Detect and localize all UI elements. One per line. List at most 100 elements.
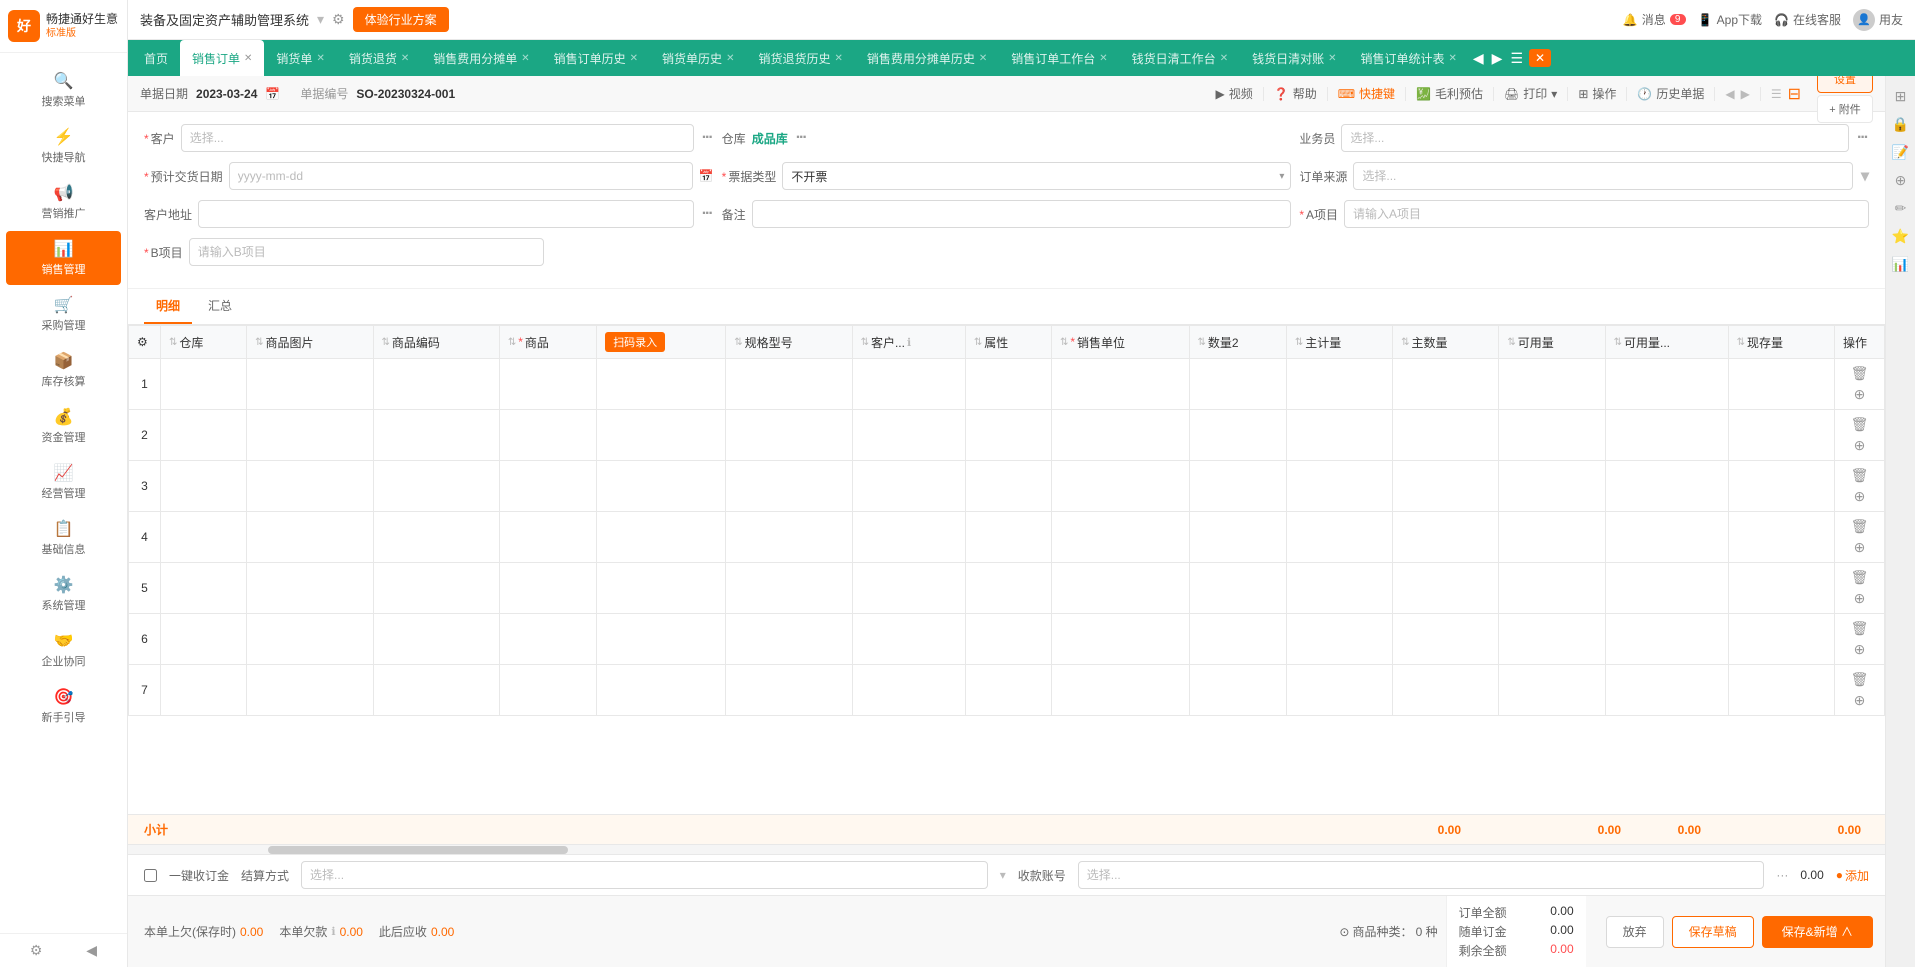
product-count-link[interactable]: ⊙ 商品种类： 0 种 bbox=[1339, 923, 1437, 940]
row-2-available2[interactable] bbox=[1605, 410, 1728, 461]
row-2-scan[interactable] bbox=[597, 410, 726, 461]
right-panel-icon-6[interactable]: ⭐ bbox=[1889, 224, 1913, 248]
row-5-main-uom[interactable] bbox=[1286, 563, 1392, 614]
copy-row-7-button[interactable]: ⊕ bbox=[1852, 690, 1868, 711]
row-4-main-uom[interactable] bbox=[1286, 512, 1392, 563]
topbar-user[interactable]: 👤 用友 bbox=[1853, 9, 1903, 31]
copy-row-4-button[interactable]: ⊕ bbox=[1852, 537, 1868, 558]
tab-close-icon[interactable]: ✕ bbox=[244, 53, 252, 64]
row-6-qty2[interactable] bbox=[1189, 614, 1286, 665]
row-3-attribute[interactable] bbox=[965, 461, 1051, 512]
row-6-main-qty[interactable] bbox=[1393, 614, 1499, 665]
row-2-main-uom[interactable] bbox=[1286, 410, 1392, 461]
delete-row-5-button[interactable]: 🗑 bbox=[1849, 567, 1871, 588]
tab-close-icon-4[interactable]: ✕ bbox=[521, 53, 529, 64]
row-1-available2[interactable] bbox=[1605, 359, 1728, 410]
row-7-warehouse[interactable] bbox=[161, 665, 247, 716]
row-7-attribute[interactable] bbox=[965, 665, 1051, 716]
tab-close-icon-10[interactable]: ✕ bbox=[1220, 53, 1228, 64]
row-7-code[interactable] bbox=[373, 665, 499, 716]
row-4-code[interactable] bbox=[373, 512, 499, 563]
payment-dropdown-icon[interactable]: ▾ bbox=[1000, 868, 1006, 882]
sort-icon-code[interactable]: ⇅ bbox=[382, 337, 390, 348]
save-draft-button[interactable]: 保存草稿 bbox=[1672, 916, 1754, 948]
sort-icon-available[interactable]: ⇅ bbox=[1507, 337, 1515, 348]
row-5-available2[interactable] bbox=[1605, 563, 1728, 614]
row-2-available[interactable] bbox=[1499, 410, 1605, 461]
right-panel-icon-4[interactable]: ⊕ bbox=[1889, 168, 1913, 192]
row-5-stock[interactable] bbox=[1728, 563, 1834, 614]
row-7-qty2[interactable] bbox=[1189, 665, 1286, 716]
tab-sales-order[interactable]: 销售订单 ✕ bbox=[180, 40, 264, 76]
row-2-customer-code[interactable] bbox=[852, 410, 965, 461]
row-3-scan[interactable] bbox=[597, 461, 726, 512]
row-2-warehouse[interactable] bbox=[161, 410, 247, 461]
row-6-main-uom[interactable] bbox=[1286, 614, 1392, 665]
row-3-warehouse[interactable] bbox=[161, 461, 247, 512]
order-source-more-icon[interactable]: ▾ bbox=[1859, 166, 1869, 186]
delete-row-1-button[interactable]: 🗑 bbox=[1849, 363, 1871, 384]
sidebar-item-marketing[interactable]: 📢 营销推广 bbox=[6, 175, 121, 229]
row-4-main-qty[interactable] bbox=[1393, 512, 1499, 563]
tab-close-icon-5[interactable]: ✕ bbox=[630, 53, 638, 64]
row-6-code[interactable] bbox=[373, 614, 499, 665]
row-4-attribute[interactable] bbox=[965, 512, 1051, 563]
toolbar-shortcut[interactable]: ⌨ 快捷键 bbox=[1338, 85, 1395, 102]
row-3-main-uom[interactable] bbox=[1286, 461, 1392, 512]
sort-icon-warehouse[interactable]: ⇅ bbox=[169, 337, 177, 348]
row-1-spec[interactable] bbox=[726, 359, 852, 410]
row-5-qty2[interactable] bbox=[1189, 563, 1286, 614]
tab-sales-fee[interactable]: 销售费用分摊单 ✕ bbox=[421, 40, 541, 76]
right-panel-icon-2[interactable]: 🔒 bbox=[1889, 112, 1913, 136]
row-6-image[interactable] bbox=[247, 614, 373, 665]
row-5-unit[interactable] bbox=[1051, 563, 1189, 614]
row-1-customer-code[interactable] bbox=[852, 359, 965, 410]
delivery-calendar-icon[interactable]: 📅 bbox=[699, 169, 714, 183]
row-5-product[interactable] bbox=[499, 563, 596, 614]
tab-close-icon-9[interactable]: ✕ bbox=[1099, 53, 1107, 64]
toolbar-actions[interactable]: ⊞ 操作 bbox=[1578, 85, 1616, 102]
row-2-stock[interactable] bbox=[1728, 410, 1834, 461]
tab-sales-return[interactable]: 销货退货 ✕ bbox=[337, 40, 421, 76]
save-new-button[interactable]: 保存&新增 ∧ bbox=[1762, 916, 1873, 948]
tab-sales-invoice[interactable]: 销货单 ✕ bbox=[264, 40, 336, 76]
copy-row-6-button[interactable]: ⊕ bbox=[1852, 639, 1868, 660]
row-2-attribute[interactable] bbox=[965, 410, 1051, 461]
row-6-scan[interactable] bbox=[597, 614, 726, 665]
toolbar-profit[interactable]: 💹 毛利预估 bbox=[1416, 85, 1483, 102]
settings-bottom-icon[interactable]: ⚙ bbox=[30, 942, 43, 959]
delete-row-7-button[interactable]: 🗑 bbox=[1849, 669, 1871, 690]
tab-order-workbench[interactable]: 销售订单工作台 ✕ bbox=[999, 40, 1119, 76]
row-5-customer-code[interactable] bbox=[852, 563, 965, 614]
collapse-icon[interactable]: ◀ bbox=[86, 942, 97, 959]
account-more-icon[interactable]: ··· bbox=[1776, 868, 1788, 882]
row-1-scan[interactable] bbox=[597, 359, 726, 410]
tab-sales-stats[interactable]: 销售订单统计表 ✕ bbox=[1348, 40, 1468, 76]
sort-icon-main-qty[interactable]: ⇅ bbox=[1401, 337, 1409, 348]
tab-home[interactable]: 首页 bbox=[132, 40, 180, 76]
row-1-unit[interactable] bbox=[1051, 359, 1189, 410]
customer-input[interactable] bbox=[181, 124, 694, 152]
tab-close-icon-12[interactable]: ✕ bbox=[1449, 53, 1457, 64]
warehouse-more-icon[interactable]: ··· bbox=[794, 129, 808, 147]
delete-row-4-button[interactable]: 🗑 bbox=[1849, 516, 1871, 537]
row-4-customer-code[interactable] bbox=[852, 512, 965, 563]
row-7-product[interactable] bbox=[499, 665, 596, 716]
row-7-stock[interactable] bbox=[1728, 665, 1834, 716]
tab-summary[interactable]: 汇总 bbox=[196, 289, 244, 324]
row-1-available[interactable] bbox=[1499, 359, 1605, 410]
sidebar-item-inventory[interactable]: 📦 库存核算 bbox=[6, 343, 121, 397]
toolbar-view[interactable]: ▶ 视频 bbox=[1216, 85, 1253, 102]
settings-button[interactable]: 设置 bbox=[1817, 76, 1873, 93]
row-1-qty2[interactable] bbox=[1189, 359, 1286, 410]
toolbar-history[interactable]: 🕐 历史单据 bbox=[1637, 85, 1704, 102]
topbar-settings-icon[interactable]: ⚙ bbox=[332, 11, 345, 28]
delete-row-3-button[interactable]: 🗑 bbox=[1849, 465, 1871, 486]
toolbar-print[interactable]: 🖨 打印 ▾ bbox=[1504, 85, 1557, 102]
row-4-scan[interactable] bbox=[597, 512, 726, 563]
address-input[interactable] bbox=[198, 200, 694, 228]
account-input[interactable] bbox=[1078, 861, 1765, 889]
sidebar-item-nav[interactable]: ⚡ 快捷导航 bbox=[6, 119, 121, 173]
tab-close-icon-6[interactable]: ✕ bbox=[726, 53, 734, 64]
sidebar-item-sales[interactable]: 📊 销售管理 bbox=[6, 231, 121, 285]
